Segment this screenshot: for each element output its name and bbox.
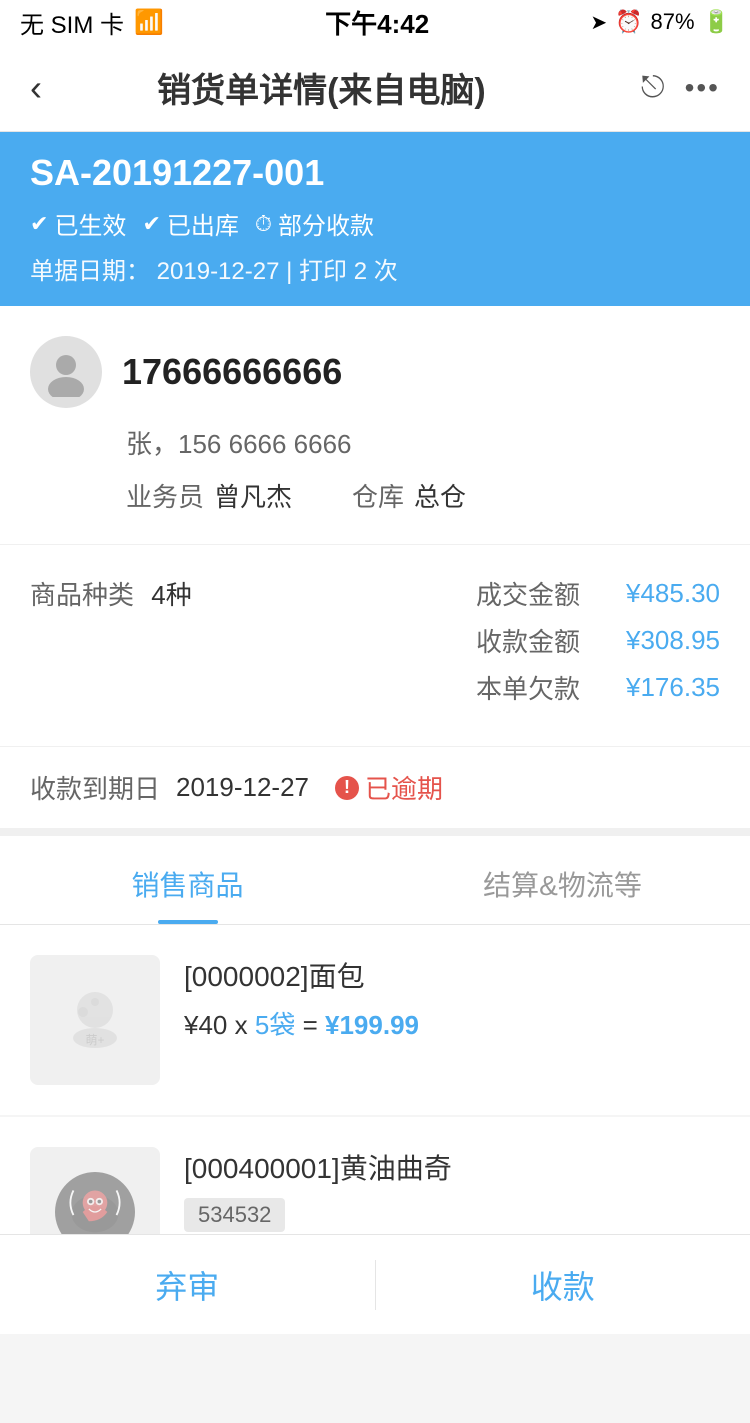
warehouse-value: 总仓 [414,477,466,514]
tag-label-1: 已生效 [54,206,126,241]
salesperson-value: 曾凡杰 [214,477,292,514]
product-name-2: [000400001]黄油曲奇 [184,1147,720,1187]
tag-partial-payment: ⏱ 部分收款 [255,206,374,241]
stats-type: 商品种类 4种 [30,575,192,612]
status-carrier: 无 SIM 卡 📶 [20,5,164,40]
carrier-text: 无 SIM 卡 [20,5,124,40]
alarm-icon: ⏰ [615,9,642,35]
date-label: 单据日期： [30,258,150,285]
price-eq-1: = [303,1010,325,1040]
customer-id: 17666666666 [122,351,342,393]
product-badge-2: 534532 [184,1198,285,1232]
order-id: SA-20191227-001 [30,152,720,194]
check-icon-1: ✔ [30,211,48,237]
tab-products-label: 销售商品 [131,870,243,901]
type-count: 4种 [151,580,191,610]
tabs-section: 销售商品 结算&物流等 [0,836,750,925]
received-label: 收款金额 [476,622,580,659]
type-label: 商品种类 [30,580,134,610]
order-banner: SA-20191227-001 ✔ 已生效 ✔ 已出库 ⏱ 部分收款 单据日期：… [0,132,750,306]
debt-value: ¥176.35 [600,672,720,703]
salesperson-label: 业务员 [126,477,204,514]
print-sep: | 打印 [286,258,354,285]
price-total-1: ¥199.99 [325,1010,419,1040]
confirm-button[interactable]: 收款 [376,1242,750,1328]
product-info-1: [0000002]面包 ¥40 x 5袋 = ¥199.99 [184,955,720,1042]
stats-amounts: 成交金额 ¥485.30 收款金额 ¥308.95 本单欠款 ¥176.35 [476,575,720,716]
print-count: 2 [354,258,367,285]
product-name-1: [0000002]面包 [184,955,720,995]
nav-actions: ⎋ ••• [641,71,720,105]
battery-icon: 🔋 [703,9,730,35]
cancel-button[interactable]: 弃审 [0,1242,375,1328]
check-icon-2: ✔ [142,211,160,237]
stats-received-row: 收款金额 ¥308.95 [476,622,720,659]
wifi-icon: 📶 [134,8,164,37]
tab-settlement[interactable]: 结算&物流等 [375,836,750,924]
customer-meta: 业务员 曾凡杰 仓库 总仓 [126,477,720,514]
amount-label: 成交金额 [476,575,580,612]
order-date-row: 单据日期： 2019-12-27 | 打印 2 次 [30,251,720,286]
tag-effective: ✔ 已生效 [30,206,126,241]
overdue-text: 已逾期 [365,769,443,806]
payment-due-label: 收款到期日 [30,769,160,806]
status-bar: 无 SIM 卡 📶 下午4:42 ➤ ⏰ 87% 🔋 [0,0,750,44]
payment-due-section: 收款到期日 2019-12-27 ! 已逾期 [0,747,750,836]
print-unit: 次 [374,258,398,285]
overdue-icon: ! [335,776,359,800]
customer-section: 17666666666 张，156 6666 6666 业务员 曾凡杰 仓库 总… [0,306,750,545]
payment-due-date: 2019-12-27 [176,772,309,803]
stats-debt-row: 本单欠款 ¥176.35 [476,669,720,706]
order-tags: ✔ 已生效 ✔ 已出库 ⏱ 部分收款 [30,206,720,241]
received-value: ¥308.95 [600,625,720,656]
tag-label-2: 已出库 [167,206,239,241]
tag-shipped: ✔ 已出库 [142,206,238,241]
warehouse-label: 仓库 [352,477,404,514]
status-right: ➤ ⏰ 87% 🔋 [590,9,730,35]
location-icon: ➤ [590,10,607,35]
tab-products[interactable]: 销售商品 [0,836,375,924]
price-qty-1: 5袋 [255,1010,295,1040]
avatar [30,336,102,408]
avatar-icon [41,347,91,397]
list-item: 萌+ [0000002]面包 ¥40 x 5袋 = ¥199.99 [0,925,750,1115]
stats-amount-row: 成交金额 ¥485.30 [476,575,720,612]
price-base-1: ¥40 [184,1010,227,1040]
bottom-bar: 弃审 收款 [0,1234,750,1334]
debt-label: 本单欠款 [476,669,580,706]
product-thumbnail-1: 萌+ [30,955,160,1085]
status-time: 下午4:42 [325,4,429,41]
amount-value: ¥485.30 [600,578,720,609]
order-date-value: 2019-12-27 [157,258,280,285]
tab-settlement-label: 结算&物流等 [483,870,642,901]
customer-row: 17666666666 [30,336,720,408]
nav-bar: ‹ 销货单详情(来自电脑) ⎋ ••• [0,44,750,132]
price-sep-1: x [235,1010,255,1040]
share-button[interactable]: ⎋ [641,71,665,105]
battery-text: 87% [651,9,695,35]
more-button[interactable]: ••• [685,72,720,104]
customer-sub-info: 张，156 6666 6666 [126,424,720,461]
default-product-icon: 萌+ [55,980,135,1060]
product-price-1: ¥40 x 5袋 = ¥199.99 [184,1005,720,1042]
page-title: 销货单详情(来自电脑) [2,63,641,112]
svg-text:萌+: 萌+ [85,1033,104,1047]
tag-label-3: 部分收款 [278,206,374,241]
clock-icon: ⏱ [255,211,272,237]
stats-section: 商品种类 4种 成交金额 ¥485.30 收款金额 ¥308.95 本单欠款 ¥… [0,545,750,747]
overdue-badge: ! 已逾期 [335,769,443,806]
